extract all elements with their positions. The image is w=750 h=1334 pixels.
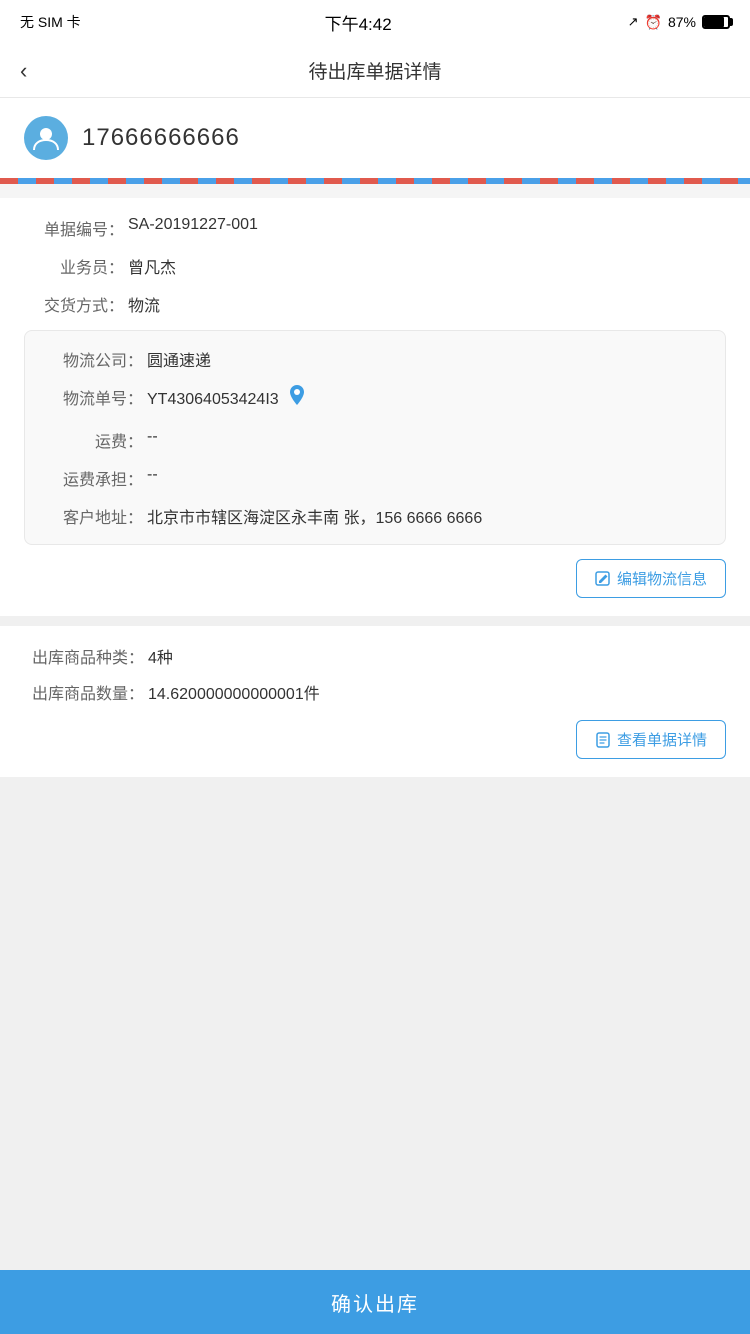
- page-wrapper: 无 SIM 卡 下午4:42 ↗ ⏰ 87% ‹ 待出库单据详情: [0, 0, 750, 1334]
- edit-icon: [595, 571, 611, 587]
- address-row: 客户地址： 北京市市辖区海淀区永丰南 张，156 6666 6666: [43, 504, 707, 528]
- page-title: 待出库单据详情: [308, 57, 441, 84]
- logistics-card: 物流公司： 圆通速递 物流单号： YT43064053424I3 运费：: [24, 330, 726, 545]
- tracking-number-row: 物流单号： YT43064053424I3: [43, 385, 707, 414]
- logistics-company-value: 圆通速递: [143, 347, 707, 371]
- dashed-divider: [0, 178, 750, 184]
- logistics-company-row: 物流公司： 圆通速递: [43, 347, 707, 371]
- battery-text: 87%: [668, 14, 696, 30]
- delivery-method-value: 物流: [124, 292, 726, 316]
- address-label: 客户地址：: [43, 504, 143, 528]
- sales-person-value: 曾凡杰: [124, 254, 726, 278]
- freight-bearer-value: --: [143, 466, 707, 484]
- freight-row: 运费： --: [43, 428, 707, 452]
- section-divider-1: [0, 616, 750, 626]
- address-value: 北京市市辖区海淀区永丰南 张，156 6666 6666: [143, 504, 707, 528]
- freight-bearer-label: 运费承担：: [43, 466, 143, 490]
- doc-number-row: 单据编号： SA-20191227-001: [24, 216, 726, 240]
- user-avatar: [24, 116, 68, 160]
- battery-icon: [702, 15, 730, 29]
- view-detail-btn-row: 查看单据详情: [24, 720, 726, 759]
- goods-category-row: 出库商品种类： 4种: [24, 644, 726, 668]
- document-icon: [595, 732, 611, 748]
- tracking-number-label: 物流单号：: [43, 385, 143, 409]
- confirm-button-label: 确认出库: [331, 1288, 419, 1317]
- bottom-spacer: [0, 777, 750, 1270]
- confirm-button[interactable]: 确认出库: [0, 1270, 750, 1334]
- tracking-location-icon[interactable]: [287, 385, 307, 414]
- user-row: 17666666666: [0, 98, 750, 178]
- basic-info-section: 单据编号： SA-20191227-001 业务员： 曾凡杰 交货方式： 物流 …: [0, 198, 750, 616]
- view-detail-label: 查看单据详情: [617, 729, 707, 750]
- goods-quantity-label: 出库商品数量：: [24, 680, 144, 704]
- carrier-text: 无 SIM 卡: [20, 12, 81, 32]
- status-left: 无 SIM 卡: [20, 12, 89, 32]
- tracking-number-value: YT43064053424I3: [143, 385, 707, 414]
- edit-btn-row: 编辑物流信息: [24, 559, 726, 598]
- user-phone: 17666666666: [82, 124, 240, 152]
- goods-category-value: 4种: [144, 644, 173, 668]
- delivery-method-label: 交货方式：: [24, 292, 124, 316]
- freight-value: --: [143, 428, 707, 446]
- alarm-icon: ⏰: [645, 14, 662, 31]
- doc-number-label: 单据编号：: [24, 216, 124, 240]
- doc-number-value: SA-20191227-001: [124, 216, 726, 234]
- edit-logistics-button[interactable]: 编辑物流信息: [576, 559, 726, 598]
- logistics-company-label: 物流公司：: [43, 347, 143, 371]
- status-time: 下午4:42: [325, 10, 392, 35]
- goods-quantity-row: 出库商品数量： 14.620000000000001件: [24, 680, 726, 704]
- back-button[interactable]: ‹: [12, 50, 35, 92]
- goods-quantity-value: 14.620000000000001件: [144, 680, 320, 704]
- goods-category-label: 出库商品种类：: [24, 644, 144, 668]
- freight-label: 运费：: [43, 428, 143, 452]
- status-right: ↗ ⏰ 87%: [628, 14, 730, 31]
- edit-logistics-label: 编辑物流信息: [617, 568, 707, 589]
- freight-bearer-row: 运费承担： --: [43, 466, 707, 490]
- sales-person-row: 业务员： 曾凡杰: [24, 254, 726, 278]
- location-status-icon: ↗: [628, 14, 639, 30]
- view-detail-button[interactable]: 查看单据详情: [576, 720, 726, 759]
- nav-bar: ‹ 待出库单据详情: [0, 44, 750, 98]
- status-bar: 无 SIM 卡 下午4:42 ↗ ⏰ 87%: [0, 0, 750, 44]
- sales-person-label: 业务员：: [24, 254, 124, 278]
- delivery-method-row: 交货方式： 物流: [24, 292, 726, 316]
- goods-section: 出库商品种类： 4种 出库商品数量： 14.620000000000001件 查…: [0, 626, 750, 777]
